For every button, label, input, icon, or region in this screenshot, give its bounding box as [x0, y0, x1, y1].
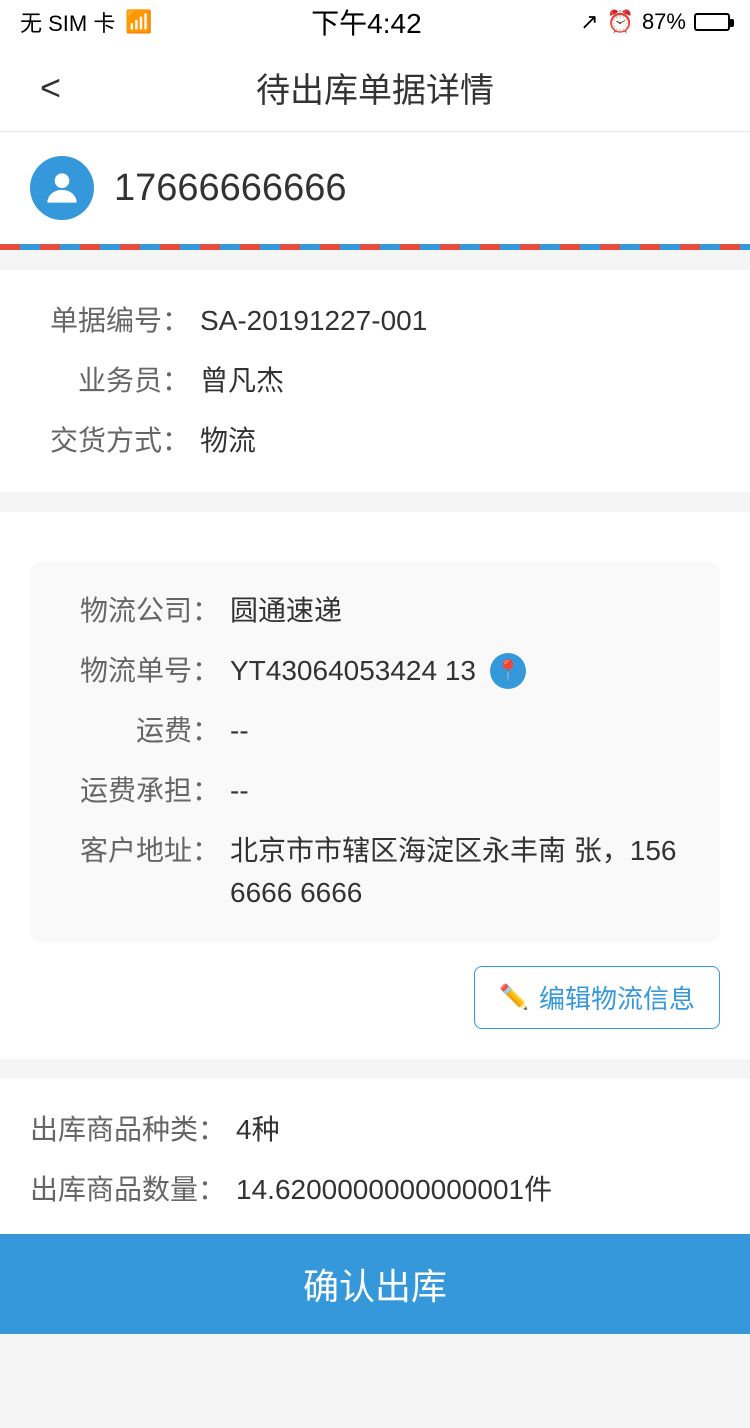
carrier-label: 无 SIM 卡 — [20, 6, 115, 38]
freight-value: -- — [230, 710, 690, 752]
logistics-card: 物流公司： 圆通速递 物流单号： YT43064053424 13 运费： --… — [30, 562, 720, 942]
status-time: 下午4:42 — [311, 2, 422, 42]
status-bar: 无 SIM 卡 📶 下午4:42 ↗ ⏰ 87% — [0, 0, 750, 44]
tracking-number: YT43064053424 13 — [230, 650, 476, 692]
alarm-icon: ⏰ — [607, 9, 634, 35]
edit-logistics-button[interactable]: ✏️ 编辑物流信息 — [474, 966, 720, 1029]
delivery-value: 物流 — [200, 420, 720, 462]
salesman-row: 业务员： 曾凡杰 — [30, 360, 720, 402]
location-icon[interactable] — [490, 653, 526, 689]
goods-quantity-row: 出库商品数量： 14.6200000000000001件 — [30, 1169, 720, 1211]
doc-number-label: 单据编号： — [30, 300, 190, 342]
freight-bearer-label: 运费承担： — [60, 770, 220, 812]
bottom-spacer — [0, 1328, 750, 1428]
delivery-label: 交货方式： — [30, 420, 190, 462]
goods-type-value: 4种 — [236, 1109, 720, 1151]
salesman-label: 业务员： — [30, 360, 190, 402]
decorative-border — [0, 244, 750, 250]
edit-logistics-container: ✏️ 编辑物流信息 — [30, 966, 720, 1029]
battery-percent: 87% — [642, 9, 686, 35]
status-left: 无 SIM 卡 📶 — [20, 6, 153, 38]
edit-logistics-label: 编辑物流信息 — [539, 979, 695, 1016]
freight-row: 运费： -- — [60, 710, 690, 752]
back-button[interactable]: < — [30, 57, 71, 119]
tracking-label: 物流单号： — [60, 650, 220, 692]
freight-bearer-value: -- — [230, 770, 690, 812]
avatar — [30, 156, 94, 220]
doc-number-row: 单据编号： SA-20191227-001 — [30, 300, 720, 342]
address-row: 客户地址： 北京市市辖区海淀区永丰南 张，156 6666 6666 — [60, 830, 690, 914]
tracking-value: YT43064053424 13 — [230, 650, 690, 692]
goods-quantity-label: 出库商品数量： — [30, 1169, 226, 1211]
status-right: ↗ ⏰ 87% — [580, 9, 730, 35]
logistics-company-row: 物流公司： 圆通速递 — [60, 590, 690, 632]
basic-info-section: 单据编号： SA-20191227-001 业务员： 曾凡杰 交货方式： 物流 — [0, 270, 750, 492]
freight-bearer-row: 运费承担： -- — [60, 770, 690, 812]
delivery-row: 交货方式： 物流 — [30, 420, 720, 462]
freight-label: 运费： — [60, 710, 220, 752]
customer-phone: 17666666666 — [114, 167, 346, 210]
doc-number-value: SA-20191227-001 — [200, 300, 720, 342]
address-value: 北京市市辖区海淀区永丰南 张，156 6666 6666 — [230, 830, 690, 914]
logistics-company-value: 圆通速递 — [230, 590, 690, 632]
wifi-icon: 📶 — [125, 9, 152, 35]
address-label: 客户地址： — [60, 830, 220, 872]
logistics-company-label: 物流公司： — [60, 590, 220, 632]
customer-header: 17666666666 — [0, 132, 750, 244]
salesman-value: 曾凡杰 — [200, 360, 720, 402]
page-title: 待出库单据详情 — [256, 63, 494, 112]
goods-type-label: 出库商品种类： — [30, 1109, 226, 1151]
nav-bar: < 待出库单据详情 — [0, 44, 750, 132]
battery-icon — [694, 13, 730, 31]
edit-icon: ✏️ — [499, 983, 529, 1012]
location-service-icon: ↗ — [580, 9, 598, 35]
person-icon — [40, 166, 84, 210]
logistics-section: 物流公司： 圆通速递 物流单号： YT43064053424 13 运费： --… — [0, 512, 750, 1059]
tracking-row: 物流单号： YT43064053424 13 — [60, 650, 690, 692]
confirm-button-label: 确认出库 — [303, 1258, 447, 1310]
goods-type-row: 出库商品种类： 4种 — [30, 1109, 720, 1151]
goods-quantity-value: 14.6200000000000001件 — [236, 1169, 720, 1211]
confirm-section[interactable]: 确认出库 — [0, 1234, 750, 1334]
